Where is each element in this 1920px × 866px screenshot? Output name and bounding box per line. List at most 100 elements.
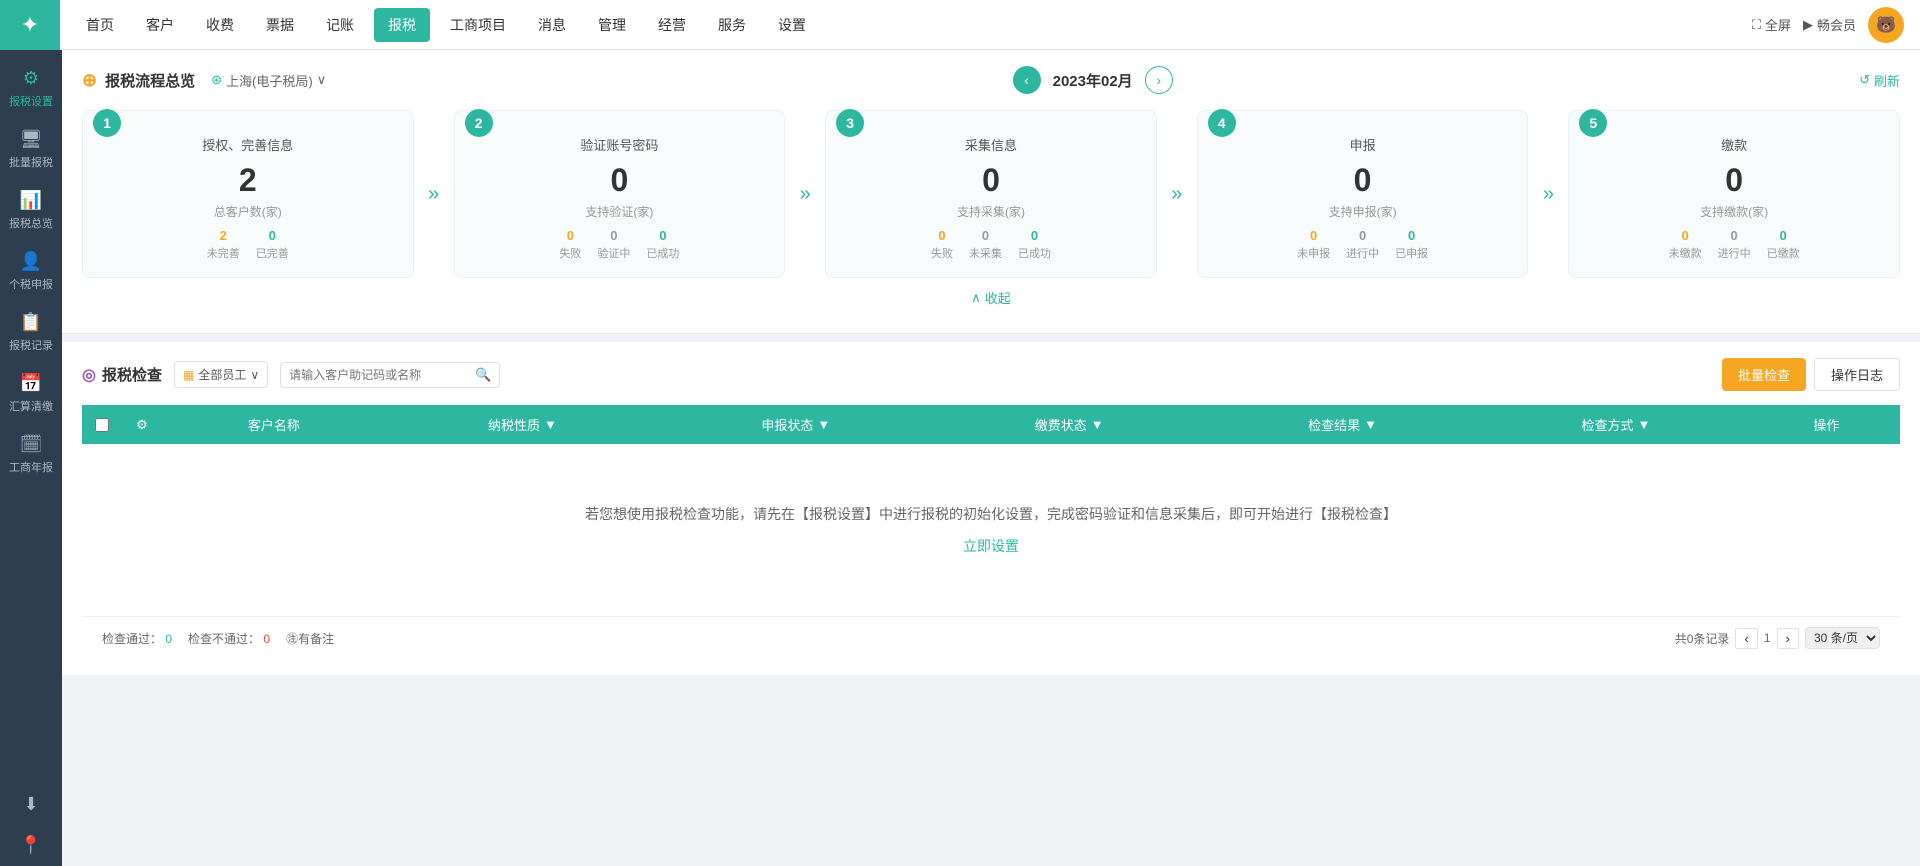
header-right: 批量检查 操作日志 — [1722, 358, 1900, 391]
step-count-1: 2 — [99, 162, 397, 199]
filter-icon-2[interactable]: ▼ — [817, 417, 830, 432]
nav-business[interactable]: 工商项目 — [434, 0, 522, 50]
check-title: ◎ 报税检查 — [82, 364, 162, 385]
employee-filter[interactable]: ▦ 全部员工 ∨ — [174, 361, 268, 388]
vip-icon: ▶ — [1803, 17, 1813, 33]
note-stat: ㊟有备注 — [286, 630, 334, 647]
step-card-3: 3 采集信息 0 支持采集(家) 0 失败 0 未采集 — [825, 110, 1157, 278]
first-page-btn[interactable]: ‹ — [1735, 628, 1757, 649]
avatar[interactable]: 🐻 — [1868, 7, 1904, 43]
filter-icon-5[interactable]: ▼ — [1638, 417, 1651, 432]
sidebar-item-download[interactable]: ⬇ — [16, 784, 46, 825]
overview-title: ⊕ 报税流程总览 — [82, 70, 195, 91]
nav-client[interactable]: 客户 — [130, 0, 190, 50]
tax-check-section: ◎ 报税检查 ▦ 全部员工 ∨ 🔍 批量检查 操作日志 — [62, 342, 1920, 675]
sidebar-item-location[interactable]: 📍 — [16, 825, 46, 866]
stat-not-filed-4: 0 未申报 — [1297, 228, 1330, 261]
fullscreen-btn[interactable]: ⛶ 全屏 — [1752, 15, 1791, 34]
nav-accounting[interactable]: 记账 — [310, 0, 370, 50]
sidebar-item-personal-report[interactable]: 👤 个税申报 — [0, 241, 62, 302]
th-checkbox — [82, 405, 122, 444]
search-box[interactable]: 🔍 — [280, 362, 500, 388]
nav-tax[interactable]: 报税 — [374, 8, 430, 42]
sidebar-item-tax-records[interactable]: 📋 报税记录 — [0, 302, 62, 363]
sidebar-item-tax-settings[interactable]: ⚙ 报税设置 — [0, 58, 62, 119]
sidebar-item-tax-overview[interactable]: 📊 报税总览 — [0, 180, 62, 241]
main-content: ⊕ 报税流程总览 ⊛ 上海(电子税局) ∨ ‹ 2023年02月 › ↺ — [62, 50, 1920, 866]
logo: ✦ — [0, 0, 60, 50]
nav-fee[interactable]: 收费 — [190, 0, 250, 50]
sidebar-item-batch-tax[interactable]: 🖥 批量报税 — [0, 119, 62, 180]
setup-link[interactable]: 立即设置 — [963, 538, 1019, 554]
prev-month-btn[interactable]: ‹ — [1013, 66, 1041, 94]
th-client-name: 客户名称 — [162, 405, 386, 444]
data-table: ⚙ 客户名称 纳税性质 ▼ 申报状态 — [82, 405, 1900, 616]
tax-settings-icon: ⚙ — [23, 68, 39, 89]
th-settings: ⚙ — [122, 405, 162, 444]
arrow-4: » — [1528, 183, 1568, 206]
current-page: 1 — [1764, 631, 1771, 645]
check-header: ◎ 报税检查 ▦ 全部员工 ∨ 🔍 批量检查 操作日志 — [82, 358, 1900, 391]
tax-records-icon: 📋 — [20, 312, 42, 333]
nav-operate[interactable]: 经营 — [642, 0, 702, 50]
collapse-bar[interactable]: ∧ 收起 — [82, 278, 1900, 317]
nav-settings[interactable]: 设置 — [762, 0, 822, 50]
search-input[interactable] — [289, 368, 475, 382]
refresh-icon: ↺ — [1859, 72, 1870, 88]
log-btn[interactable]: 操作日志 — [1814, 358, 1900, 391]
step-stats-3: 0 失败 0 未采集 0 已成功 — [842, 228, 1140, 261]
refresh-btn[interactable]: ↺ 刷新 — [1859, 71, 1900, 90]
step-title-2: 验证账号密码 — [471, 135, 769, 154]
pass-count-link[interactable]: 0 — [165, 632, 172, 646]
nav-right: ⛶ 全屏 ▶ 畅会员 🐻 — [1752, 7, 1920, 43]
footer-stats: 检查通过： 0 检查不通过： 0 ㊟有备注 — [102, 630, 334, 647]
batch-tax-icon: 🖥 — [20, 129, 43, 150]
location-pin-icon: ⊛ — [211, 72, 222, 88]
step-title-5: 缴款 — [1585, 135, 1883, 154]
next-month-btn[interactable]: › — [1145, 66, 1173, 94]
download-icon: ⬇ — [23, 794, 38, 815]
per-page-select[interactable]: 30 条/页 — [1805, 627, 1880, 649]
stat-filed-4: 0 已申报 — [1395, 228, 1428, 261]
overview-header: ⊕ 报税流程总览 ⊛ 上海(电子税局) ∨ ‹ 2023年02月 › ↺ — [82, 66, 1900, 94]
filter-icon-1[interactable]: ▼ — [544, 417, 557, 432]
arrow-1: » — [414, 183, 454, 206]
step-cards: 1 授权、完善信息 2 总客户数(家) 2 未完善 0 已完善 — [82, 110, 1900, 278]
fail-count-link[interactable]: 0 — [263, 632, 270, 646]
fail-stat: 检查不通过： 0 — [188, 630, 270, 647]
nav-home[interactable]: 首页 — [70, 0, 130, 50]
th-check-method: 检查方式 ▼ — [1479, 405, 1752, 444]
step-sub-3: 支持采集(家) — [842, 203, 1140, 220]
location-icon: 📍 — [20, 835, 42, 856]
nav-manage[interactable]: 管理 — [582, 0, 642, 50]
batch-check-btn[interactable]: 批量检查 — [1722, 358, 1806, 391]
sidebar: ⚙ 报税设置 🖥 批量报税 📊 报税总览 👤 个税申报 📋 报税记录 📅 汇算清… — [0, 50, 62, 866]
next-page-btn[interactable]: › — [1777, 628, 1799, 649]
nav-message[interactable]: 消息 — [522, 0, 582, 50]
step-card-1: 1 授权、完善信息 2 总客户数(家) 2 未完善 0 已完善 — [82, 110, 414, 278]
empty-state: 若您想使用报税检查功能，请先在【报税设置】中进行报税的初始化设置，完成密码验证和… — [82, 444, 1900, 616]
annual-report-icon: 🗓 — [20, 434, 43, 455]
filter-icon-3[interactable]: ▼ — [1091, 417, 1104, 432]
sidebar-item-settlement[interactable]: 📅 汇算清缴 — [0, 363, 62, 424]
step-title-3: 采集信息 — [842, 135, 1140, 154]
month-nav: ‹ 2023年02月 › — [1013, 66, 1173, 94]
nav-invoice[interactable]: 票据 — [250, 0, 310, 50]
step-stats-5: 0 未缴款 0 进行中 0 已缴款 — [1585, 228, 1883, 261]
step-card-5: 5 缴款 0 支持缴款(家) 0 未缴款 0 进行中 — [1568, 110, 1900, 278]
pagination: 共0条记录 ‹ 1 › 30 条/页 — [1675, 627, 1880, 649]
select-all-checkbox[interactable] — [95, 418, 109, 432]
filter-icon-4[interactable]: ▼ — [1364, 417, 1377, 432]
nav-service[interactable]: 服务 — [702, 0, 762, 50]
settlement-icon: 📅 — [20, 373, 42, 394]
month-display: 2023年02月 — [1053, 70, 1133, 91]
step-count-2: 0 — [471, 162, 769, 199]
sidebar-item-annual-report[interactable]: 🗓 工商年报 — [0, 424, 62, 485]
chevron-down-icon: ∨ — [317, 72, 327, 88]
th-pay-status: 缴费状态 ▼ — [933, 405, 1206, 444]
location-badge[interactable]: ⊛ 上海(电子税局) ∨ — [211, 71, 326, 90]
logo-icon: ✦ — [21, 12, 39, 38]
stat-verifying-2: 0 验证中 — [597, 228, 630, 261]
vip-btn[interactable]: ▶ 畅会员 — [1803, 15, 1856, 34]
search-icon[interactable]: 🔍 — [475, 367, 491, 383]
